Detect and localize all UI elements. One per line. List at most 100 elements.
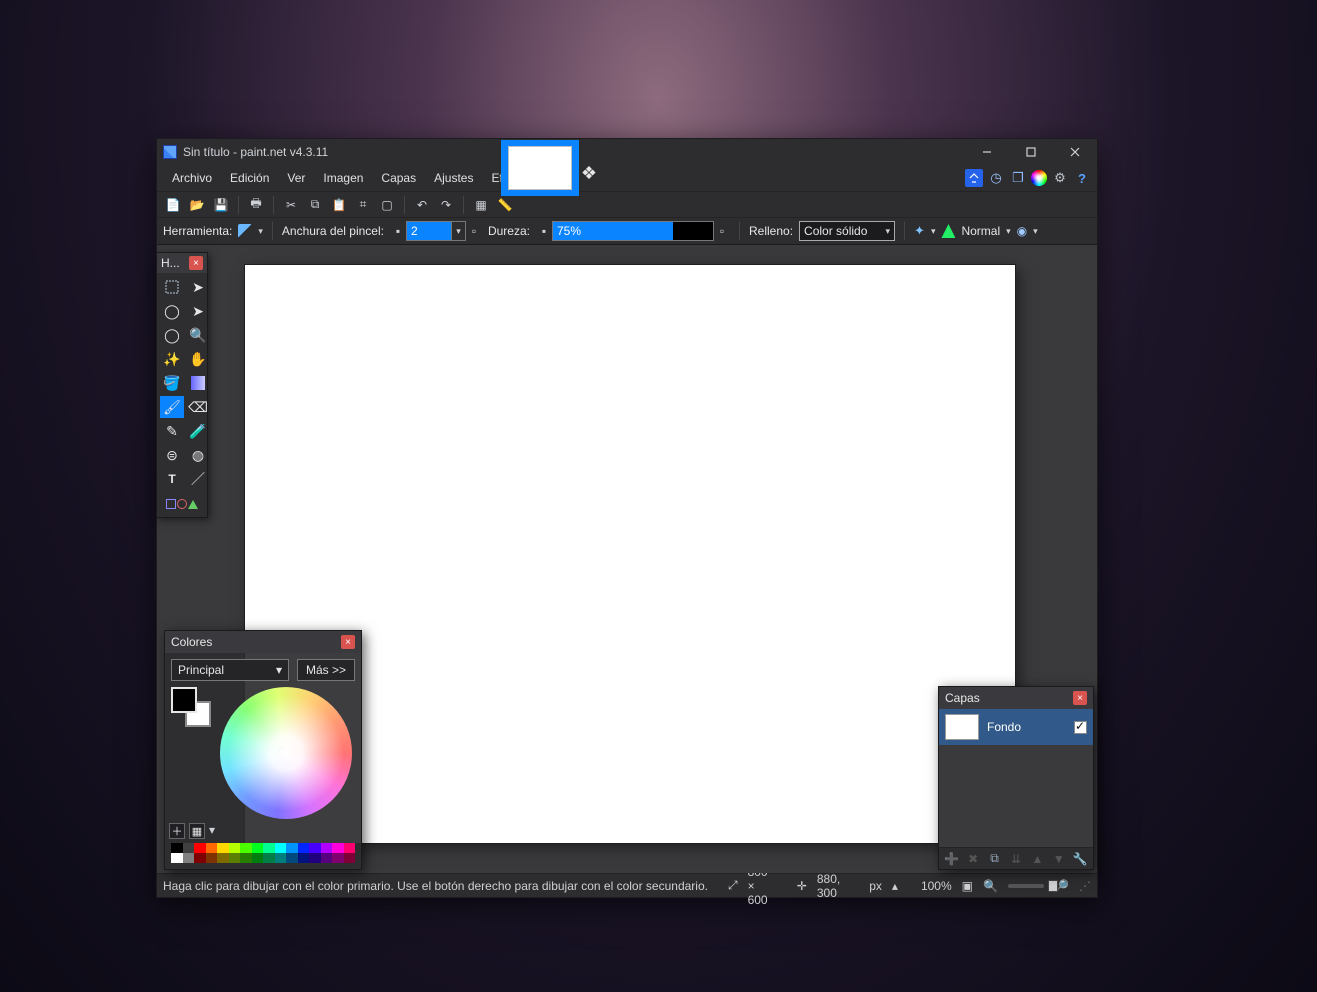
layers-panel-close-icon[interactable]: × xyxy=(1073,691,1087,705)
tools-panel-close-icon[interactable]: × xyxy=(189,256,203,270)
add-swatch-icon[interactable]: ＋ xyxy=(169,823,185,839)
palette[interactable] xyxy=(171,843,355,863)
undo-icon[interactable]: ↶ xyxy=(412,195,432,215)
palette-swatch[interactable] xyxy=(298,853,310,863)
color-wheel[interactable] xyxy=(220,687,352,819)
tool-color-picker[interactable]: 🧪 xyxy=(186,420,210,442)
blend-mode-icon[interactable] xyxy=(941,224,955,238)
palette-swatch[interactable] xyxy=(240,853,252,863)
tool-text[interactable]: T xyxy=(160,468,184,490)
zoom-out-icon[interactable]: 🔍 xyxy=(983,879,998,893)
blend-mode-value[interactable]: Normal xyxy=(961,224,1000,238)
unit-label[interactable]: px xyxy=(869,879,882,893)
palette-swatch[interactable] xyxy=(263,843,275,853)
add-layer-icon[interactable]: ➕ xyxy=(943,850,960,868)
hardness-slider[interactable]: 75% xyxy=(552,221,714,241)
new-document-tab-icon[interactable]: ❖ xyxy=(581,164,597,182)
layers-panel[interactable]: Capas × Fondo ➕ ✖ ⧉ ⇊ ▲ ▼ 🔧 xyxy=(938,686,1094,870)
fit-window-icon[interactable]: ▣ xyxy=(962,879,973,893)
palette-swatch[interactable] xyxy=(229,843,241,853)
tool-eraser[interactable]: ⌫ xyxy=(186,396,210,418)
hardness-increment[interactable]: ▫ xyxy=(714,221,730,241)
palette-swatch[interactable] xyxy=(286,843,298,853)
palette-swatch[interactable] xyxy=(183,853,195,863)
palette-swatch[interactable] xyxy=(321,843,333,853)
tool-move-selection[interactable]: ➤ xyxy=(186,276,210,298)
minimize-button[interactable] xyxy=(965,139,1009,165)
menu-capas[interactable]: Capas xyxy=(372,168,425,188)
move-down-icon[interactable]: ▼ xyxy=(1050,850,1067,868)
layer-row[interactable]: Fondo xyxy=(939,709,1093,745)
tool-shapes[interactable] xyxy=(160,495,204,513)
layer-visible-checkbox[interactable] xyxy=(1074,721,1087,734)
menu-imagen[interactable]: Imagen xyxy=(314,168,372,188)
palette-swatch[interactable] xyxy=(309,843,321,853)
layer-properties-icon[interactable]: 🔧 xyxy=(1072,850,1089,868)
toggle-layers-icon[interactable]: ❐ xyxy=(1009,169,1027,187)
crop-icon[interactable]: ⌗ xyxy=(353,195,373,215)
tool-ellipse-select[interactable]: ◯ xyxy=(160,324,184,346)
toggle-history-icon[interactable]: ◷ xyxy=(987,169,1005,187)
save-file-icon[interactable]: 💾 xyxy=(211,195,231,215)
tool-line[interactable]: ／ xyxy=(186,468,210,490)
document-tab[interactable]: ❖ xyxy=(501,140,579,196)
delete-layer-icon[interactable]: ✖ xyxy=(964,850,981,868)
tool-move-pixels[interactable]: ➤ xyxy=(186,300,210,322)
window-close-button[interactable] xyxy=(1053,139,1097,165)
colors-panel[interactable]: Colores × Principal▾ Más >> ＋ ▦ ▾ xyxy=(164,630,362,870)
toggle-colors-icon[interactable] xyxy=(1031,170,1047,186)
palette-swatch[interactable] xyxy=(298,843,310,853)
print-icon[interactable]: 🖶 xyxy=(246,195,266,215)
palette-swatch[interactable] xyxy=(240,843,252,853)
color-wheel-cursor[interactable] xyxy=(278,747,286,755)
palette-swatch[interactable] xyxy=(344,843,356,853)
cut-icon[interactable]: ✂ xyxy=(281,195,301,215)
palette-swatch[interactable] xyxy=(275,853,287,863)
palette-swatch[interactable] xyxy=(206,853,218,863)
primary-secondary-swatch[interactable] xyxy=(171,687,211,727)
brush-width-increment[interactable]: ▫ xyxy=(466,221,482,241)
palette-menu-dropdown[interactable]: ▾ xyxy=(209,823,215,839)
palette-swatch[interactable] xyxy=(183,843,195,853)
copy-icon[interactable]: ⧉ xyxy=(305,195,325,215)
new-file-icon[interactable]: 📄 xyxy=(163,195,183,215)
primary-color-swatch[interactable] xyxy=(171,687,197,713)
tool-paintbrush[interactable]: 🖌 xyxy=(160,396,184,418)
colors-panel-close-icon[interactable]: × xyxy=(341,635,355,649)
brush-width-decrement[interactable]: ▪ xyxy=(390,221,406,241)
tools-panel-title[interactable]: H... × xyxy=(157,253,207,273)
palette-swatch[interactable] xyxy=(332,853,344,863)
palette-swatch[interactable] xyxy=(275,843,287,853)
merge-down-icon[interactable]: ⇊ xyxy=(1007,850,1024,868)
open-file-icon[interactable]: 📂 xyxy=(187,195,207,215)
which-color-select[interactable]: Principal▾ xyxy=(171,659,289,681)
palette-swatch[interactable] xyxy=(206,843,218,853)
tool-pan[interactable]: ✋ xyxy=(186,348,210,370)
brush-width-dropdown[interactable]: ▾ xyxy=(452,221,466,241)
palette-swatch[interactable] xyxy=(252,853,264,863)
palette-swatch[interactable] xyxy=(229,853,241,863)
palette-swatch[interactable] xyxy=(171,843,183,853)
palette-swatch[interactable] xyxy=(263,853,275,863)
menu-archivo[interactable]: Archivo xyxy=(163,168,221,188)
palette-swatch[interactable] xyxy=(321,853,333,863)
hardness-decrement[interactable]: ▪ xyxy=(536,221,552,241)
tool-pencil[interactable]: ✎ xyxy=(160,420,184,442)
toggle-ruler-icon[interactable]: 📏 xyxy=(495,195,515,215)
maximize-button[interactable] xyxy=(1009,139,1053,165)
palette-swatch[interactable] xyxy=(344,853,356,863)
tool-dropdown-icon[interactable]: ▾ xyxy=(258,226,263,237)
antialias-icon[interactable]: ✦ xyxy=(914,223,925,239)
tool-gradient[interactable] xyxy=(186,372,210,394)
settings-icon[interactable]: ⚙ xyxy=(1051,169,1069,187)
deselect-icon[interactable]: ▢ xyxy=(377,195,397,215)
palette-swatch[interactable] xyxy=(194,843,206,853)
current-tool-icon[interactable] xyxy=(238,224,252,238)
help-icon[interactable]: ? xyxy=(1073,169,1091,187)
tool-recolor[interactable]: ◍ xyxy=(186,444,210,466)
palette-swatch[interactable] xyxy=(217,843,229,853)
tool-paint-bucket[interactable]: 🪣 xyxy=(160,372,184,394)
menu-edicion[interactable]: Edición xyxy=(221,168,278,188)
menu-ver[interactable]: Ver xyxy=(278,168,314,188)
tool-rect-select[interactable] xyxy=(160,276,184,298)
